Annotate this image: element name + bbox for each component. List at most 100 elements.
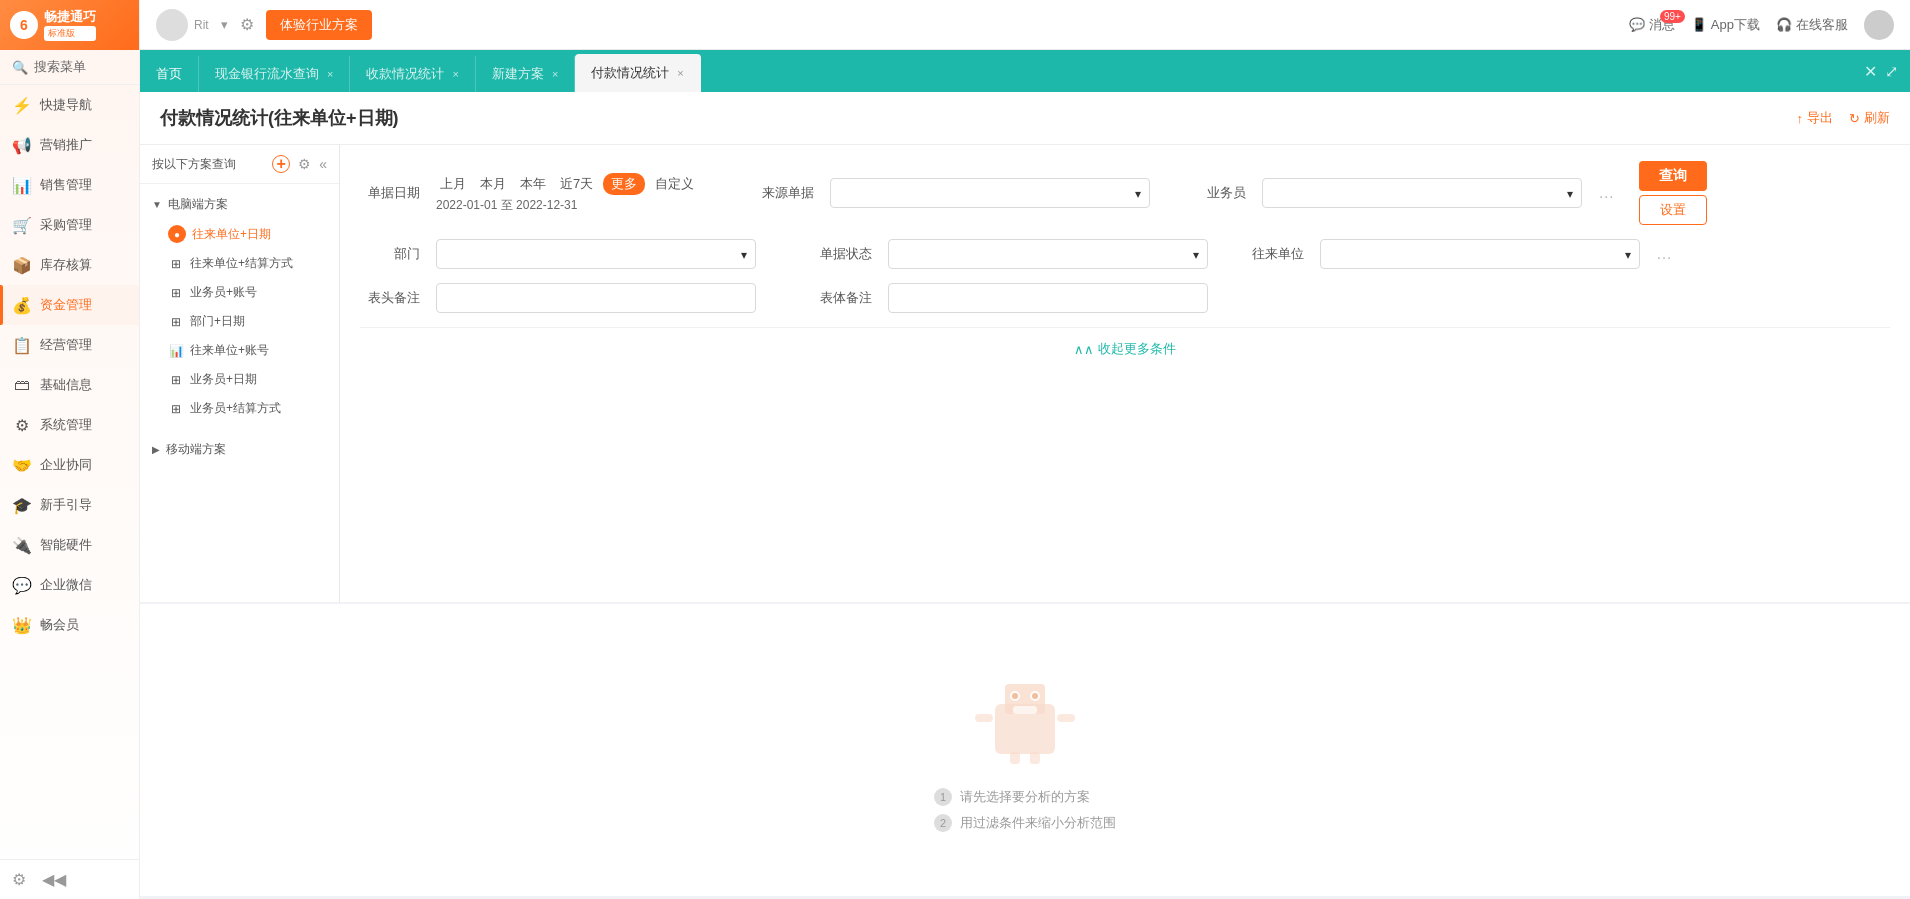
scheme-item-staff-date[interactable]: ⊞ 业务员+日期	[140, 365, 339, 394]
partner-select[interactable]	[1320, 239, 1640, 269]
settings-btn[interactable]: 设置	[1639, 195, 1707, 225]
settings-footer-icon[interactable]: ⚙	[12, 870, 26, 889]
sidebar-item-system[interactable]: ⚙ 系统管理	[0, 405, 139, 445]
scheme-item-unit-account[interactable]: 📊 往来单位+账号	[140, 336, 339, 365]
staff-more-icon[interactable]: …	[1598, 184, 1615, 202]
messages-item[interactable]: 💬 消息 99+	[1629, 16, 1675, 34]
tab-receipts-close[interactable]: ×	[452, 68, 458, 80]
query-btn[interactable]: 查询	[1639, 161, 1707, 191]
svg-point-5	[1032, 693, 1038, 699]
sidebar-item-weixin[interactable]: 💬 企业微信	[0, 565, 139, 605]
staff-select[interactable]	[1262, 178, 1582, 208]
user-dropdown-icon[interactable]: ▾	[221, 17, 228, 32]
date-opt-more[interactable]: 更多	[603, 173, 645, 195]
search-menu[interactable]: 🔍 搜索菜单	[0, 50, 139, 85]
partner-more-icon[interactable]: …	[1656, 245, 1673, 263]
scheme-item-unit-settle[interactable]: ⊞ 往来单位+结算方式	[140, 249, 339, 278]
tab-new-scheme[interactable]: 新建方案 ×	[476, 56, 575, 92]
source-chevron-icon	[1135, 186, 1141, 201]
tab-home[interactable]: 首页	[140, 56, 199, 92]
user-info: Rit	[156, 9, 209, 41]
collapse-sidebar-icon[interactable]: ◀◀	[42, 870, 66, 889]
refresh-icon: ↻	[1849, 111, 1860, 126]
page-content: 付款情况统计(往来单位+日期) ↑ 导出 ↻ 刷新 按以下方案查询	[140, 92, 1910, 899]
inventory-icon: 📦	[12, 255, 32, 275]
refresh-btn[interactable]: ↻ 刷新	[1849, 109, 1890, 127]
add-scheme-icon[interactable]: +	[272, 155, 290, 173]
mobile-scheme-group-header[interactable]: ▶ 移动端方案	[140, 435, 339, 464]
top-avatar[interactable]	[1864, 10, 1894, 40]
hint-num-2: 2	[934, 814, 952, 832]
sidebar-item-newbie[interactable]: 🎓 新手引导	[0, 485, 139, 525]
staff-label: 业务员	[1186, 184, 1246, 202]
shortcut-label: 快捷导航	[40, 96, 92, 114]
sidebar-item-finance[interactable]: 💰 资金管理	[0, 285, 139, 325]
scheme-item-dept-date-label: 部门+日期	[190, 313, 245, 330]
online-service-item[interactable]: 🎧 在线客服	[1776, 16, 1848, 34]
collapse-filters-btn[interactable]: ∧∧ 收起更多条件	[1074, 340, 1176, 358]
date-label: 单据日期	[360, 184, 420, 202]
sidebar-item-shortcut[interactable]: ⚡ 快捷导航	[0, 85, 139, 125]
header-note-input[interactable]	[436, 283, 756, 313]
body-note-label: 表体备注	[812, 289, 872, 307]
tab-bank[interactable]: 现金银行流水查询 ×	[199, 56, 350, 92]
messages-badge: 99+	[1660, 10, 1685, 23]
sidebar-item-marketing[interactable]: 📢 营销推广	[0, 125, 139, 165]
doc-status-label: 单据状态	[812, 245, 872, 263]
sidebar-item-enterprise[interactable]: 🤝 企业协同	[0, 445, 139, 485]
trial-btn[interactable]: 体验行业方案	[266, 10, 372, 40]
sidebar-badge: 标准版	[44, 26, 96, 41]
tab-receipts[interactable]: 收款情况统计 ×	[350, 56, 475, 92]
tab-payments-close[interactable]: ×	[677, 67, 683, 79]
desktop-group-label: 电脑端方案	[168, 196, 228, 213]
date-opt-7days[interactable]: 近7天	[556, 173, 597, 195]
hardware-icon: 🔌	[12, 535, 32, 555]
tab-new-scheme-label: 新建方案	[492, 65, 544, 83]
sidebar-item-member[interactable]: 👑 畅会员	[0, 605, 139, 645]
source-select[interactable]	[830, 178, 1150, 208]
tab-payments[interactable]: 付款情况统计 ×	[575, 54, 700, 92]
dept-select[interactable]	[436, 239, 756, 269]
doc-status-select[interactable]	[888, 239, 1208, 269]
purchase-label: 采购管理	[40, 216, 92, 234]
tab-receipts-label: 收款情况统计	[366, 65, 444, 83]
expand-tabs-icon[interactable]: ⤢	[1885, 62, 1898, 81]
newbie-icon: 🎓	[12, 495, 32, 515]
close-all-tabs-icon[interactable]: ✕	[1864, 62, 1877, 81]
scheme-item-staff-settle[interactable]: ⊞ 业务员+结算方式	[140, 394, 339, 423]
sidebar-item-basic[interactable]: 🗃 基础信息	[0, 365, 139, 405]
scheme-item-staff-account[interactable]: ⊞ 业务员+账号	[140, 278, 339, 307]
sidebar-item-purchase[interactable]: 🛒 采购管理	[0, 205, 139, 245]
filter-row-1: 单据日期 上月 本月 本年 近7天 更多 自定义 2022-01-01 至 20…	[360, 161, 1890, 225]
sidebar-item-sales[interactable]: 📊 销售管理	[0, 165, 139, 205]
app-download-item[interactable]: 📱 App下载	[1691, 16, 1760, 34]
phone-icon: 📱	[1691, 17, 1707, 32]
tab-new-scheme-close[interactable]: ×	[552, 68, 558, 80]
topbar-settings-icon[interactable]: ⚙	[240, 15, 254, 34]
scheme-settings-icon[interactable]: ⚙	[298, 156, 311, 172]
sidebar-item-inventory[interactable]: 📦 库存核算	[0, 245, 139, 285]
sidebar-item-hardware[interactable]: 🔌 智能硬件	[0, 525, 139, 565]
hint-num-1: 1	[934, 788, 952, 806]
scheme-item-unit-date-label: 往来单位+日期	[192, 226, 271, 243]
body-note-input[interactable]	[888, 283, 1208, 313]
basic-label: 基础信息	[40, 376, 92, 394]
svg-rect-6	[1013, 706, 1037, 714]
scheme-collapse-icon[interactable]: «	[319, 156, 327, 172]
scheme-item-dept-date[interactable]: ⊞ 部门+日期	[140, 307, 339, 336]
scheme-item-unit-account-label: 往来单位+账号	[190, 342, 269, 359]
sidebar-item-operation[interactable]: 📋 经营管理	[0, 325, 139, 365]
basic-icon: 🗃	[12, 375, 32, 395]
shortcut-icon: ⚡	[12, 95, 32, 115]
scheme-item-unit-date-icon: ●	[168, 225, 186, 243]
date-opt-this-year[interactable]: 本年	[516, 173, 550, 195]
date-opt-last-month[interactable]: 上月	[436, 173, 470, 195]
date-opt-this-month[interactable]: 本月	[476, 173, 510, 195]
desktop-scheme-group-header[interactable]: ▼ 电脑端方案	[140, 190, 339, 219]
scheme-item-unit-date[interactable]: ● 往来单位+日期	[140, 219, 339, 249]
user-name-display: Rit	[194, 18, 209, 32]
date-opt-custom[interactable]: 自定义	[651, 173, 698, 195]
export-btn[interactable]: ↑ 导出	[1797, 109, 1834, 127]
tab-bank-close[interactable]: ×	[327, 68, 333, 80]
header-note-label: 表头备注	[360, 289, 420, 307]
